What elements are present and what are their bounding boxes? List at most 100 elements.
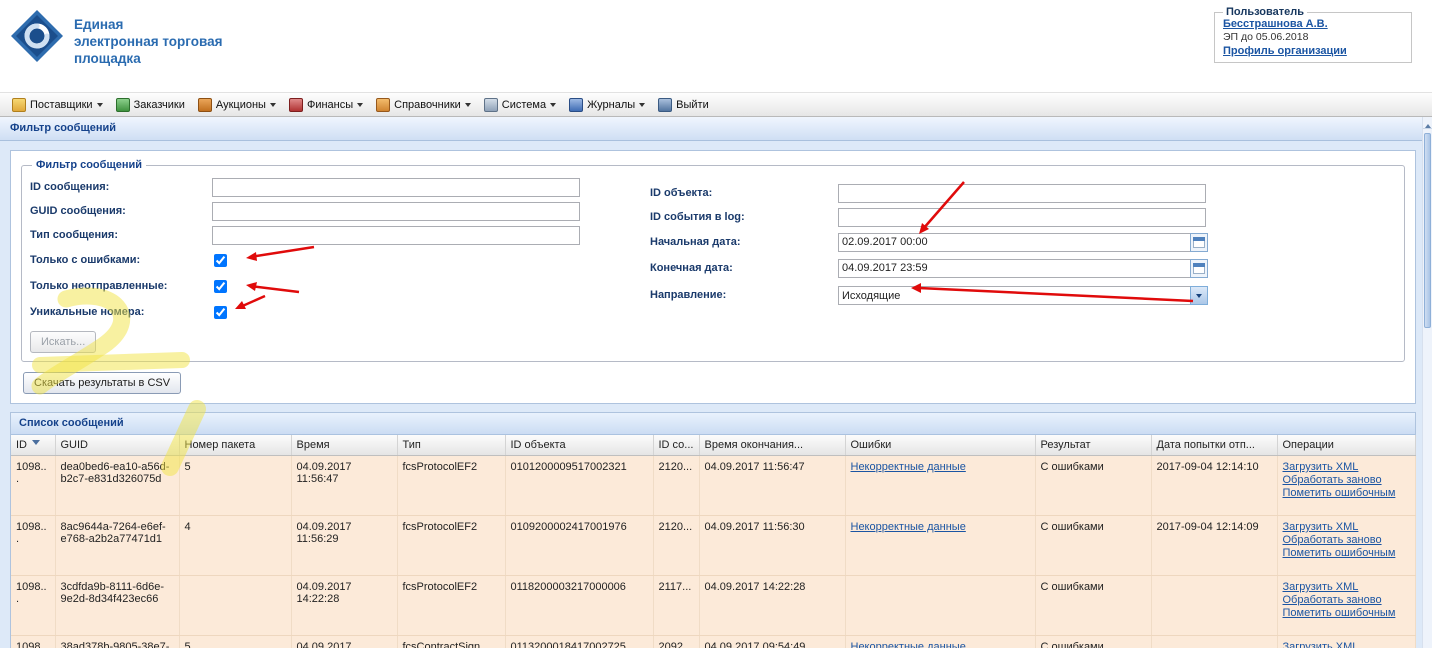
cell-id-so: 2120... — [653, 515, 700, 576]
reprocess-link[interactable]: Обработать заново — [1283, 594, 1410, 607]
search-button[interactable]: Искать... — [30, 331, 97, 353]
log-event-id-input[interactable] — [838, 207, 1206, 227]
col-header-object-id[interactable]: ID объекта — [505, 435, 654, 456]
mark-erroneous-link[interactable]: Пометить ошибочным — [1283, 607, 1410, 620]
messages-table: ID GUID Номер пакета Время Тип ID объект… — [11, 435, 1416, 648]
cell-result: С ошибками — [1035, 575, 1152, 636]
load-xml-link[interactable]: Загрузить XML — [1283, 521, 1410, 534]
load-xml-link[interactable]: Загрузить XML — [1283, 581, 1410, 594]
filter-fieldset: Фильтр сообщений ID сообщения: GUID сооб… — [21, 159, 1405, 362]
download-csv-button[interactable]: Скачать результаты в CSV — [23, 372, 182, 394]
customers-icon — [115, 97, 130, 112]
menu-item-label: Журналы — [587, 98, 636, 111]
end-date-label: Конечная дата: — [650, 262, 733, 274]
cell-packet: 4 — [179, 515, 292, 576]
scrollbar-thumb[interactable] — [1424, 133, 1431, 328]
col-header-id-so[interactable]: ID со... — [653, 435, 700, 456]
col-header-id[interactable]: ID — [11, 435, 56, 456]
message-id-input[interactable] — [212, 177, 580, 197]
col-header-errors[interactable]: Ошибки — [845, 435, 1036, 456]
menu-item-system[interactable]: Система — [480, 95, 565, 115]
table-row[interactable]: 1098... dea0bed6-ea10-a56d-b2c7-e831d326… — [11, 455, 1416, 516]
col-header-time[interactable]: Время — [291, 435, 398, 456]
brand-line-1: Единая — [74, 17, 124, 32]
cell-id-so: 2120... — [653, 455, 700, 516]
org-profile-link[interactable]: Профиль организации — [1223, 45, 1347, 57]
col-header-guid[interactable]: GUID — [55, 435, 180, 456]
load-xml-link[interactable]: Загрузить XML — [1283, 461, 1410, 474]
only-unsent-checkbox[interactable] — [214, 279, 227, 293]
menu-item-customers[interactable]: Заказчики — [112, 95, 194, 115]
eetp-logo — [11, 10, 63, 62]
end-date-input[interactable] — [838, 258, 1190, 278]
sort-desc-icon — [32, 440, 40, 449]
col-header-label: Номер пакета — [184, 439, 256, 451]
user-panel: Пользователь Бесстрашнова А.В. ЭП до 05.… — [1214, 6, 1412, 63]
object-id-input[interactable] — [838, 183, 1206, 203]
scroll-up-arrow-icon[interactable] — [1423, 117, 1432, 129]
col-header-end-time[interactable]: Время окончания... — [699, 435, 846, 456]
error-details-link[interactable]: Некорректные данные — [851, 461, 966, 473]
grid-title: Список сообщений — [11, 413, 1415, 435]
menu-item-label: Система — [501, 98, 547, 111]
mark-erroneous-link[interactable]: Пометить ошибочным — [1283, 547, 1410, 560]
message-type-input[interactable] — [212, 225, 580, 245]
col-header-label: Ошибки — [850, 439, 892, 451]
calendar-icon[interactable] — [1190, 258, 1208, 278]
cell-id-so: 2117... — [653, 575, 700, 636]
direction-combobox[interactable]: Исходящие — [838, 285, 1190, 305]
cell-id: 1098... — [11, 575, 56, 636]
menu-item-label: Справочники — [394, 98, 461, 111]
table-row[interactable]: 1098... 3cdfda9b-8111-6d6e-9e2d-8d34f423… — [11, 575, 1416, 636]
menu-item-label: Аукционы — [215, 98, 266, 111]
chevron-down-icon[interactable] — [1190, 285, 1208, 305]
brand-line-2: электронная торговая — [74, 34, 223, 49]
cell-id-so: 2092... — [653, 635, 700, 648]
mark-erroneous-link[interactable]: Пометить ошибочным — [1283, 487, 1410, 500]
cell-guid: dea0bed6-ea10-a56d-b2c7-e831d326075d — [55, 455, 180, 516]
menu-item-directories[interactable]: Справочники — [372, 95, 480, 115]
log-event-id-label: ID события в log: — [650, 211, 745, 223]
cell-type: fcsProtocolEF2 — [397, 575, 506, 636]
col-header-label: ID со... — [658, 439, 694, 451]
col-header-type[interactable]: Тип — [397, 435, 506, 456]
menu-item-journals[interactable]: Журналы — [565, 95, 654, 115]
user-name-link[interactable]: Бесстрашнова А.В. — [1223, 18, 1328, 30]
cell-type: fcsProtocolEF2 — [397, 515, 506, 576]
col-header-operations[interactable]: Операции — [1277, 435, 1416, 456]
col-header-label: ID объекта — [510, 439, 566, 451]
menu-item-label: Заказчики — [133, 98, 185, 111]
menu-item-auctions[interactable]: Аукционы — [194, 95, 285, 115]
reprocess-link[interactable]: Обработать заново — [1283, 534, 1410, 547]
start-date-input[interactable] — [838, 232, 1190, 252]
menu-item-finance[interactable]: Финансы — [285, 95, 372, 115]
vertical-scrollbar[interactable] — [1422, 117, 1432, 648]
unique-numbers-checkbox[interactable] — [214, 305, 227, 319]
message-guid-input[interactable] — [212, 201, 580, 221]
menu-item-exit[interactable]: Выйти — [654, 95, 718, 115]
cell-attempt-date: 2017-09-04 12:14:10 — [1151, 455, 1278, 516]
load-xml-link[interactable]: Загрузить XML — [1283, 641, 1410, 648]
chevron-down-icon — [269, 103, 276, 110]
col-header-packet[interactable]: Номер пакета — [179, 435, 292, 456]
error-details-link[interactable]: Некорректные данные — [851, 521, 966, 533]
table-row[interactable]: 1098... 8ac9644a-7264-e6ef-e768-a2b2a774… — [11, 515, 1416, 576]
menu-item-label: Выйти — [676, 98, 709, 111]
gavel-icon — [197, 97, 212, 112]
reprocess-link[interactable]: Обработать заново — [1283, 474, 1410, 487]
calendar-icon[interactable] — [1190, 232, 1208, 252]
cell-guid: 38ad378b-9805-38e7-5 — [55, 635, 180, 648]
start-date-label: Начальная дата: — [650, 236, 741, 248]
col-header-result[interactable]: Результат — [1035, 435, 1152, 456]
only-errors-checkbox[interactable] — [214, 253, 227, 267]
menu-item-label: Финансы — [306, 98, 354, 111]
error-details-link[interactable]: Некорректные данные — [851, 641, 966, 648]
col-header-attempt-date[interactable]: Дата попытки отп... — [1151, 435, 1278, 456]
message-type-label: Тип сообщения: — [30, 229, 118, 241]
cell-object-id: 0101200009517002321 — [505, 455, 654, 516]
cell-result: С ошибками — [1035, 515, 1152, 576]
cell-attempt-date — [1151, 635, 1278, 648]
cell-object-id: 0118200003217000006 — [505, 575, 654, 636]
menu-item-suppliers[interactable]: Поставщики — [8, 95, 112, 115]
table-row[interactable]: 1098... 38ad378b-9805-38e7-5 5 04.09.201… — [11, 635, 1416, 648]
